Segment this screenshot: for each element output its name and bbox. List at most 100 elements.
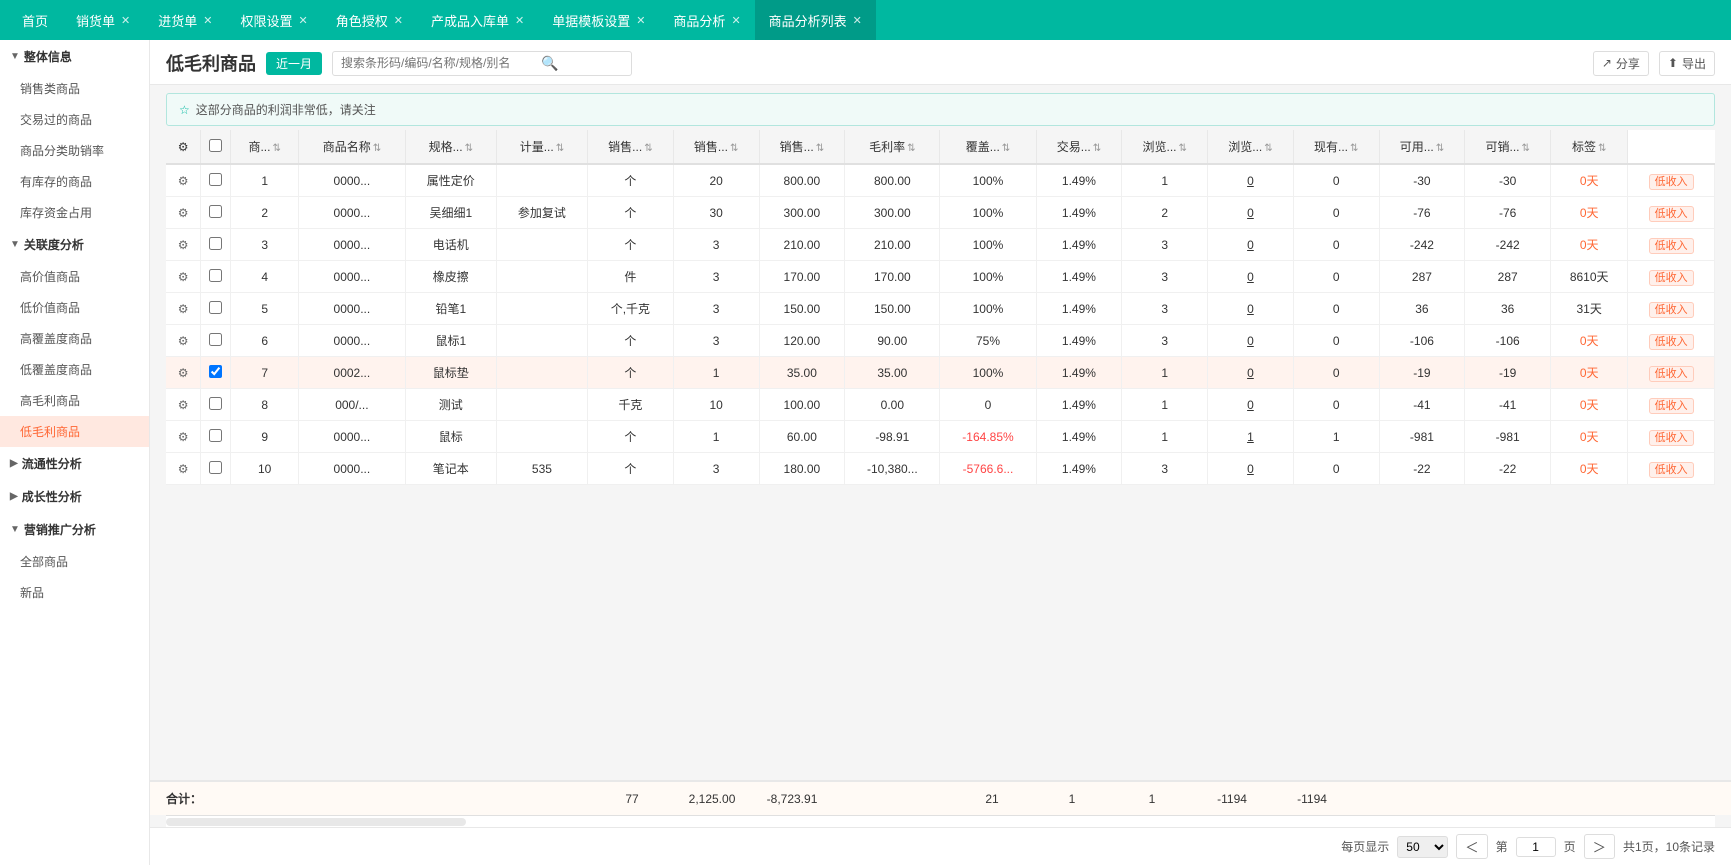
nav-product-analysis-list[interactable]: 商品分析列表 ✕ bbox=[755, 0, 876, 40]
row-checkbox[interactable] bbox=[209, 429, 222, 442]
sidebar-item-category-rate[interactable]: 商品分类助销率 bbox=[0, 135, 149, 166]
sidebar-item-high-margin[interactable]: 高毛利商品 bbox=[0, 385, 149, 416]
col-transaction[interactable]: 交易...⇅ bbox=[1036, 130, 1122, 164]
row-checkbox[interactable] bbox=[209, 269, 222, 282]
col-tag[interactable]: 标签⇅ bbox=[1551, 130, 1628, 164]
cell-view1[interactable]: 0 bbox=[1208, 357, 1294, 389]
close-icon[interactable]: ✕ bbox=[515, 14, 524, 27]
sidebar-group-overall[interactable]: ▼ 整体信息 bbox=[0, 40, 149, 73]
cell-settings[interactable]: ⚙ bbox=[166, 229, 201, 261]
export-button[interactable]: ⬆ 导出 bbox=[1659, 51, 1715, 76]
row-checkbox[interactable] bbox=[209, 365, 222, 378]
cell-checkbox[interactable] bbox=[201, 293, 231, 325]
close-icon[interactable]: ✕ bbox=[299, 14, 308, 27]
page-number-input[interactable] bbox=[1516, 837, 1556, 857]
col-unit[interactable]: 计量...⇅ bbox=[496, 130, 587, 164]
cell-settings[interactable]: ⚙ bbox=[166, 164, 201, 197]
sidebar-group-relevance[interactable]: ▼ 关联度分析 bbox=[0, 228, 149, 261]
cell-checkbox[interactable] bbox=[201, 197, 231, 229]
row-checkbox[interactable] bbox=[209, 397, 222, 410]
table-row[interactable]: ⚙ 9 0000... 鼠标 个 1 60.00 -98.91 -164.85%… bbox=[166, 421, 1715, 453]
nav-product-analysis[interactable]: 商品分析 ✕ bbox=[659, 0, 754, 40]
close-icon[interactable]: ✕ bbox=[121, 14, 130, 27]
close-icon[interactable]: ✕ bbox=[394, 14, 403, 27]
share-button[interactable]: ↗ 分享 bbox=[1593, 51, 1649, 76]
sidebar-item-low-coverage[interactable]: 低覆盖度商品 bbox=[0, 354, 149, 385]
table-row[interactable]: ⚙ 1 0000... 属性定价 个 20 800.00 800.00 100%… bbox=[166, 164, 1715, 197]
date-filter-button[interactable]: 近一月 bbox=[266, 52, 322, 75]
col-gross-margin[interactable]: 毛利率⇅ bbox=[845, 130, 940, 164]
prev-page-button[interactable]: ＜ bbox=[1456, 834, 1487, 859]
col-stock-current[interactable]: 现有...⇅ bbox=[1293, 130, 1379, 164]
cell-checkbox[interactable] bbox=[201, 389, 231, 421]
cell-settings[interactable]: ⚙ bbox=[166, 453, 201, 485]
nav-product-instock[interactable]: 产成品入库单 ✕ bbox=[417, 0, 538, 40]
col-checkbox[interactable] bbox=[201, 130, 231, 164]
col-code[interactable]: 商...⇅ bbox=[231, 130, 299, 164]
close-icon[interactable]: ✕ bbox=[731, 14, 740, 27]
nav-home[interactable]: 首页 bbox=[8, 0, 62, 40]
sidebar-group-circulation[interactable]: ▶ 流通性分析 bbox=[0, 447, 149, 480]
cell-settings[interactable]: ⚙ bbox=[166, 293, 201, 325]
col-name[interactable]: 商品名称⇅ bbox=[299, 130, 406, 164]
table-row[interactable]: ⚙ 3 0000... 电话机 个 3 210.00 210.00 100% 1… bbox=[166, 229, 1715, 261]
cell-checkbox[interactable] bbox=[201, 261, 231, 293]
col-settings[interactable]: ⚙ bbox=[166, 130, 201, 164]
cell-checkbox[interactable] bbox=[201, 357, 231, 389]
sidebar-item-traded-products[interactable]: 交易过的商品 bbox=[0, 104, 149, 135]
select-all-checkbox[interactable] bbox=[209, 139, 222, 152]
sidebar-item-low-margin[interactable]: 低毛利商品 bbox=[0, 416, 149, 447]
cell-settings[interactable]: ⚙ bbox=[166, 197, 201, 229]
sidebar-item-stocked-products[interactable]: 有库存的商品 bbox=[0, 166, 149, 197]
nav-purchase-order[interactable]: 进货单 ✕ bbox=[144, 0, 226, 40]
scroll-track[interactable] bbox=[166, 818, 466, 826]
table-row[interactable]: ⚙ 2 0000... 吴细细1 参加复试 个 30 300.00 300.00… bbox=[166, 197, 1715, 229]
col-view2[interactable]: 浏览...⇅ bbox=[1208, 130, 1294, 164]
table-row[interactable]: ⚙ 4 0000... 橡皮擦 件 3 170.00 170.00 100% 1… bbox=[166, 261, 1715, 293]
sidebar-item-all-products[interactable]: 全部商品 bbox=[0, 546, 149, 577]
col-sales-qty[interactable]: 销售...⇅ bbox=[588, 130, 674, 164]
cell-checkbox[interactable] bbox=[201, 453, 231, 485]
table-row[interactable]: ⚙ 6 0000... 鼠标1 个 3 120.00 90.00 75% 1.4… bbox=[166, 325, 1715, 357]
sidebar-item-new-products[interactable]: 新品 bbox=[0, 577, 149, 608]
nav-sales-order[interactable]: 销货单 ✕ bbox=[62, 0, 144, 40]
cell-settings[interactable]: ⚙ bbox=[166, 357, 201, 389]
cell-view1[interactable]: 0 bbox=[1208, 389, 1294, 421]
cell-settings[interactable]: ⚙ bbox=[166, 261, 201, 293]
close-icon[interactable]: ✕ bbox=[636, 14, 645, 27]
sidebar-group-growth[interactable]: ▶ 成长性分析 bbox=[0, 480, 149, 513]
row-checkbox[interactable] bbox=[209, 461, 222, 474]
table-row[interactable]: ⚙ 10 0000... 笔记本 535 个 3 180.00 -10,380.… bbox=[166, 453, 1715, 485]
row-checkbox[interactable] bbox=[209, 205, 222, 218]
cell-settings[interactable]: ⚙ bbox=[166, 421, 201, 453]
col-sales-price[interactable]: 销售...⇅ bbox=[673, 130, 759, 164]
horizontal-scrollbar[interactable] bbox=[166, 815, 1715, 827]
sidebar-item-high-value[interactable]: 高价值商品 bbox=[0, 261, 149, 292]
sidebar-group-marketing[interactable]: ▼ 营销推广分析 bbox=[0, 513, 149, 546]
row-checkbox[interactable] bbox=[209, 237, 222, 250]
row-checkbox[interactable] bbox=[209, 333, 222, 346]
cell-view1[interactable]: 0 bbox=[1208, 293, 1294, 325]
cell-settings[interactable]: ⚙ bbox=[166, 389, 201, 421]
col-view1[interactable]: 浏览...⇅ bbox=[1122, 130, 1208, 164]
col-coverage[interactable]: 覆盖...⇅ bbox=[940, 130, 1036, 164]
table-row[interactable]: ⚙ 8 000/... 测试 千克 10 100.00 0.00 0 1.49%… bbox=[166, 389, 1715, 421]
close-icon[interactable]: ✕ bbox=[853, 14, 862, 27]
cell-view1[interactable]: 0 bbox=[1208, 325, 1294, 357]
cell-view1[interactable]: 0 bbox=[1208, 261, 1294, 293]
cell-checkbox[interactable] bbox=[201, 325, 231, 357]
sidebar-item-low-value[interactable]: 低价值商品 bbox=[0, 292, 149, 323]
cell-settings[interactable]: ⚙ bbox=[166, 325, 201, 357]
col-stock-available[interactable]: 可用...⇅ bbox=[1379, 130, 1465, 164]
data-table-wrapper[interactable]: ⚙ 商...⇅ 商品名称⇅ 规格...⇅ 计量...⇅ 销售...⇅ 销售...… bbox=[166, 130, 1715, 780]
next-page-button[interactable]: ＞ bbox=[1584, 834, 1615, 859]
search-icon[interactable]: 🔍 bbox=[541, 55, 558, 72]
col-stock-saleable[interactable]: 可销...⇅ bbox=[1465, 130, 1551, 164]
search-input[interactable] bbox=[341, 56, 541, 70]
cell-view1[interactable]: 0 bbox=[1208, 164, 1294, 197]
cell-view1[interactable]: 0 bbox=[1208, 229, 1294, 261]
row-checkbox[interactable] bbox=[209, 173, 222, 186]
row-checkbox[interactable] bbox=[209, 301, 222, 314]
nav-template-settings[interactable]: 单据模板设置 ✕ bbox=[538, 0, 659, 40]
sidebar-item-stock-capital[interactable]: 库存资金占用 bbox=[0, 197, 149, 228]
